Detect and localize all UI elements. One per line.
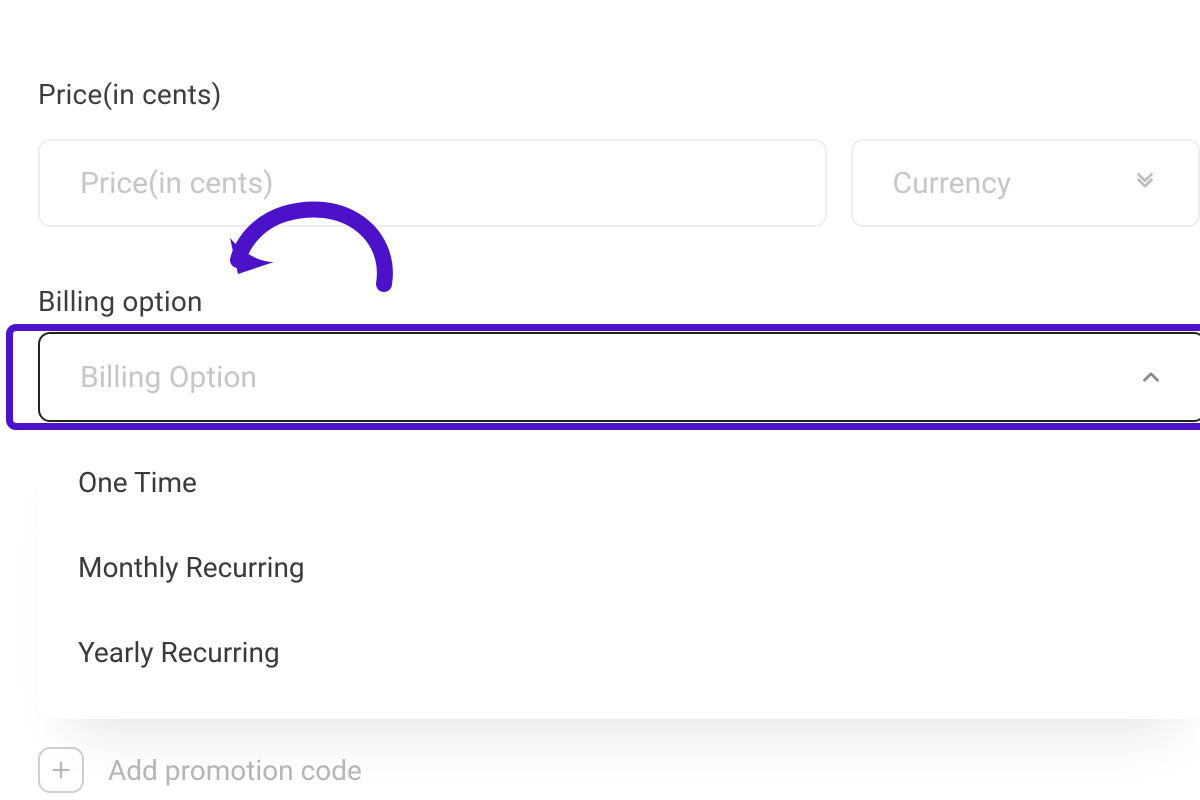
currency-select[interactable]: Currency — [851, 139, 1200, 227]
add-promotion-code-label: Add promotion code — [108, 754, 362, 787]
billing-option-dropdown: One Time Monthly Recurring Yearly Recurr… — [38, 424, 1200, 719]
price-placeholder: Price(in cents) — [80, 166, 274, 201]
currency-placeholder: Currency — [893, 166, 1012, 201]
billing-option-placeholder: Billing Option — [80, 360, 257, 395]
price-input[interactable]: Price(in cents) — [38, 139, 827, 227]
price-label: Price(in cents) — [38, 78, 1200, 111]
billing-option-label: Billing option — [38, 285, 1200, 318]
price-currency-row: Price(in cents) Currency — [38, 139, 1200, 227]
add-promotion-code-button[interactable] — [38, 747, 84, 793]
chevron-up-icon — [1138, 364, 1164, 390]
chevron-down-icon — [1132, 170, 1158, 196]
billing-option-monthly[interactable]: Monthly Recurring — [38, 525, 1200, 610]
billing-option-yearly[interactable]: Yearly Recurring — [38, 610, 1200, 695]
plus-icon — [50, 759, 72, 781]
billing-option-one-time[interactable]: One Time — [38, 440, 1200, 525]
billing-option-select[interactable]: Billing Option — [38, 332, 1200, 422]
